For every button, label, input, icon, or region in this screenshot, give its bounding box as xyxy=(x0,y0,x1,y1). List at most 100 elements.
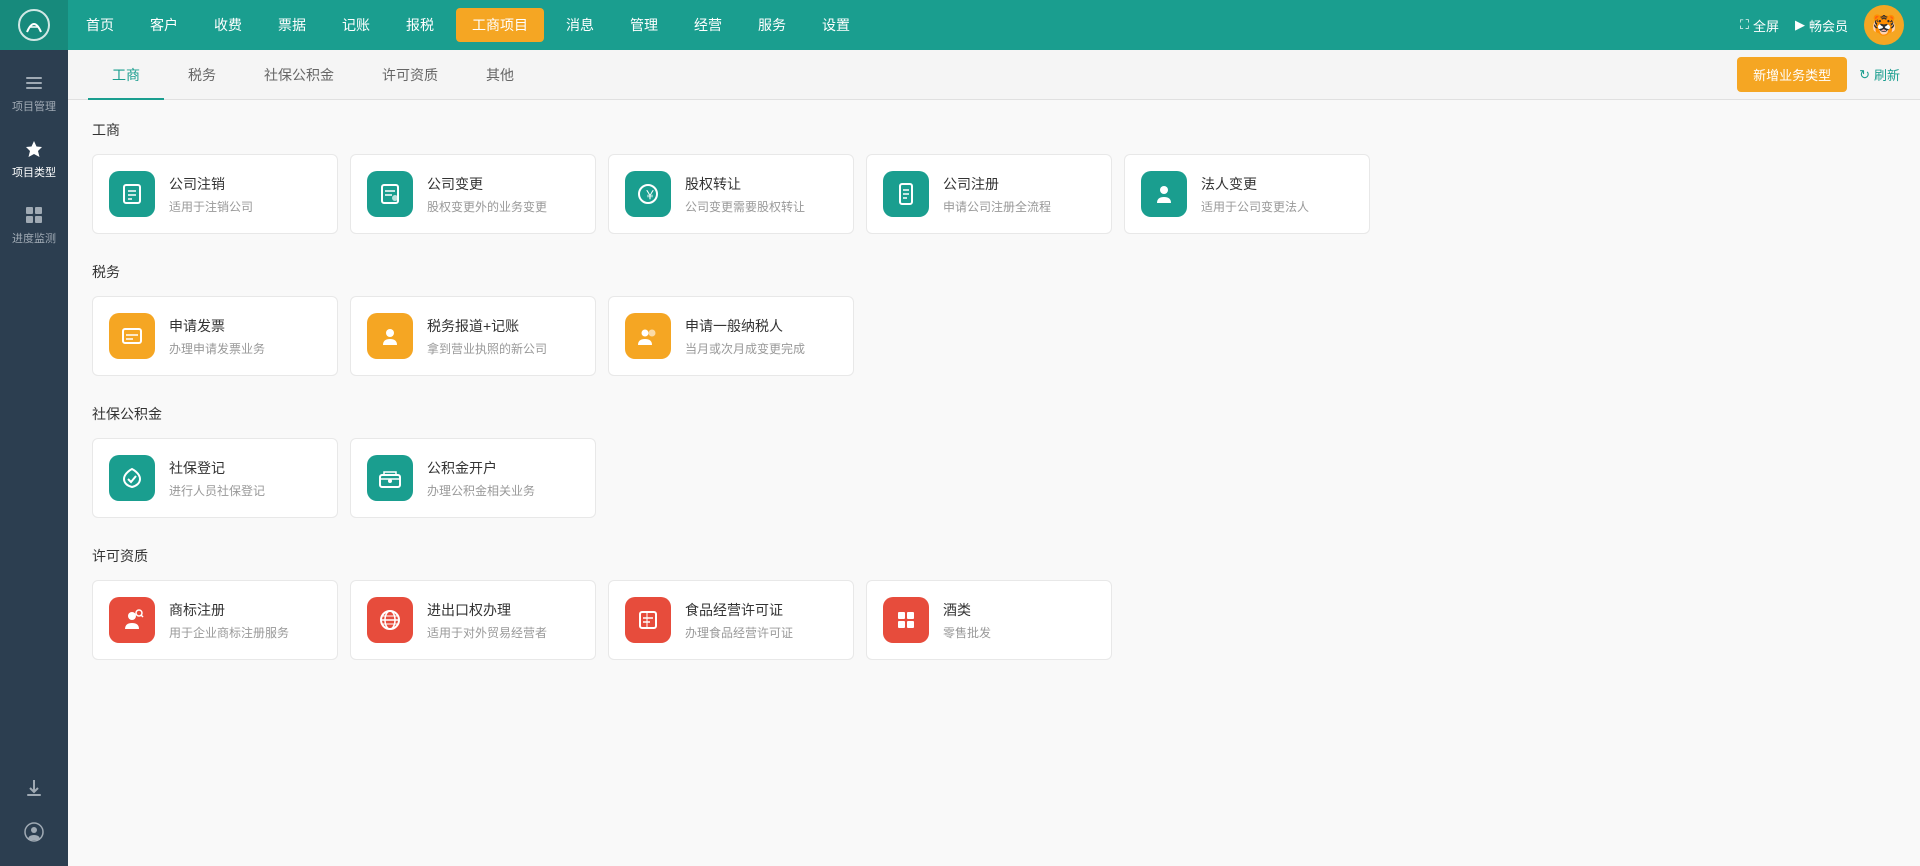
tax-cards: 申请发票 办理申请发票业务 税务报道+记账 拿到营业执照的新公司 xyxy=(92,296,1896,376)
download-icon[interactable] xyxy=(16,770,52,806)
card-info-tax-report: 税务报道+记账 拿到营业执照的新公司 xyxy=(427,316,579,357)
card-info-legal: 法人变更 适用于公司变更法人 xyxy=(1201,174,1353,215)
card-desc: 适用于对外贸易经营者 xyxy=(427,624,579,641)
card-info-company-cancel: 公司注销 适用于注销公司 xyxy=(169,174,321,215)
svg-text:￥: ￥ xyxy=(644,188,656,202)
card-title: 公司注销 xyxy=(169,174,321,194)
nav-settings[interactable]: 设置 xyxy=(804,0,868,50)
nav-fee[interactable]: 收费 xyxy=(196,0,260,50)
nav-accounting[interactable]: 记账 xyxy=(324,0,388,50)
card-title: 申请一般纳税人 xyxy=(685,316,837,336)
card-desc: 办理食品经营许可证 xyxy=(685,624,837,641)
license-cards: 商标注册 用于企业商标注册服务 xyxy=(92,580,1896,660)
card-icon-taxpayer xyxy=(625,313,671,359)
card-title: 进出口权办理 xyxy=(427,600,579,620)
scroll-content[interactable]: 工商 公司注销 适用于注销公司 xyxy=(68,100,1920,866)
refresh-icon: ↻ xyxy=(1859,67,1870,83)
card-tax-report[interactable]: 税务报道+记账 拿到营业执照的新公司 xyxy=(350,296,596,376)
nav-message[interactable]: 消息 xyxy=(548,0,612,50)
card-company-register[interactable]: 公司注册 申请公司注册全流程 xyxy=(866,154,1112,234)
fullscreen-button[interactable]: ⛶ 全屏 xyxy=(1740,16,1779,35)
card-desc: 进行人员社保登记 xyxy=(169,482,321,499)
content-area: 工商 税务 社保公积金 许可资质 其他 新增业务类型 ↻ 刷新 工商 xyxy=(68,50,1920,866)
mascot-avatar[interactable]: 🐯 xyxy=(1864,5,1904,45)
card-icon-tax-report xyxy=(367,313,413,359)
card-desc: 适用于公司变更法人 xyxy=(1201,198,1353,215)
nav-service[interactable]: 服务 xyxy=(740,0,804,50)
main-layout: 项目管理 项目类型 进度监测 xyxy=(0,50,1920,866)
card-title: 税务报道+记账 xyxy=(427,316,579,336)
card-title: 公司注册 xyxy=(943,174,1095,194)
new-type-button[interactable]: 新增业务类型 xyxy=(1737,57,1847,92)
tab-license[interactable]: 许可资质 xyxy=(358,50,462,100)
tab-tax[interactable]: 税务 xyxy=(164,50,240,100)
card-apply-invoice[interactable]: 申请发票 办理申请发票业务 xyxy=(92,296,338,376)
card-social-insurance[interactable]: 社保登记 进行人员社保登记 xyxy=(92,438,338,518)
card-icon-legal xyxy=(1141,171,1187,217)
card-icon-invoice xyxy=(109,313,155,359)
tab-bar: 工商 税务 社保公积金 许可资质 其他 新增业务类型 ↻ 刷新 xyxy=(68,50,1920,100)
sidebar-item-progress[interactable]: 进度监测 xyxy=(0,192,68,258)
card-legal-change[interactable]: 法人变更 适用于公司变更法人 xyxy=(1124,154,1370,234)
tab-social-insurance[interactable]: 社保公积金 xyxy=(240,50,358,100)
logo-icon xyxy=(18,9,50,41)
star-icon xyxy=(23,138,45,160)
card-info-company-change: 公司变更 股权变更外的业务变更 xyxy=(427,174,579,215)
nav-right: ⛶ 全屏 ▶ 畅会员 🐯 xyxy=(1740,5,1920,45)
nav-customer[interactable]: 客户 xyxy=(132,0,196,50)
tab-other[interactable]: 其他 xyxy=(462,50,538,100)
card-icon-social xyxy=(109,455,155,501)
nav-business[interactable]: 工商项目 xyxy=(456,8,544,42)
card-info-equity: 股权转让 公司变更需要股权转让 xyxy=(685,174,837,215)
business-cards: 公司注销 适用于注销公司 公司变更 xyxy=(92,154,1896,234)
card-company-cancel[interactable]: 公司注销 适用于注销公司 xyxy=(92,154,338,234)
refresh-button[interactable]: ↻ 刷新 xyxy=(1859,65,1900,84)
sidebar: 项目管理 项目类型 进度监测 xyxy=(0,50,68,866)
card-desc: 公司变更需要股权转让 xyxy=(685,198,837,215)
card-desc: 办理申请发票业务 xyxy=(169,340,321,357)
section-title-business: 工商 xyxy=(92,120,1896,140)
nav-items: 首页 客户 收费 票据 记账 报税 工商项目 消息 管理 经营 服务 设置 xyxy=(68,0,1740,50)
card-desc: 办理公积金相关业务 xyxy=(427,482,579,499)
nav-operation[interactable]: 经营 xyxy=(676,0,740,50)
section-title-license: 许可资质 xyxy=(92,546,1896,566)
card-desc: 零售批发 xyxy=(943,624,1095,641)
card-title: 公司变更 xyxy=(427,174,579,194)
card-title: 酒类 xyxy=(943,600,1095,620)
card-general-taxpayer[interactable]: 申请一般纳税人 当月或次月成变更完成 xyxy=(608,296,854,376)
card-desc: 申请公司注册全流程 xyxy=(943,198,1095,215)
nav-tax[interactable]: 报税 xyxy=(388,0,452,50)
card-info-invoice: 申请发票 办理申请发票业务 xyxy=(169,316,321,357)
card-desc: 用于企业商标注册服务 xyxy=(169,624,321,641)
card-icon-trade xyxy=(367,597,413,643)
card-info-alcohol: 酒类 零售批发 xyxy=(943,600,1095,641)
card-title: 食品经营许可证 xyxy=(685,600,837,620)
card-food-license[interactable]: 食品经营许可证 办理食品经营许可证 xyxy=(608,580,854,660)
card-alcohol[interactable]: 酒类 零售批发 xyxy=(866,580,1112,660)
card-title: 法人变更 xyxy=(1201,174,1353,194)
card-icon-company-cancel xyxy=(109,171,155,217)
card-desc: 拿到营业执照的新公司 xyxy=(427,340,579,357)
card-company-change[interactable]: 公司变更 股权变更外的业务变更 xyxy=(350,154,596,234)
card-title: 公积金开户 xyxy=(427,458,579,478)
nav-home[interactable]: 首页 xyxy=(68,0,132,50)
user-face-icon[interactable] xyxy=(16,814,52,850)
card-info-food: 食品经营许可证 办理食品经营许可证 xyxy=(685,600,837,641)
vip-button[interactable]: ▶ 畅会员 xyxy=(1795,16,1848,35)
sidebar-item-project-manage[interactable]: 项目管理 xyxy=(0,60,68,126)
card-icon-company-change xyxy=(367,171,413,217)
card-equity-transfer[interactable]: ￥ 股权转让 公司变更需要股权转让 xyxy=(608,154,854,234)
card-desc: 当月或次月成变更完成 xyxy=(685,340,837,357)
card-import-export[interactable]: 进出口权办理 适用于对外贸易经营者 xyxy=(350,580,596,660)
card-desc: 适用于注销公司 xyxy=(169,198,321,215)
nav-invoice[interactable]: 票据 xyxy=(260,0,324,50)
nav-manage[interactable]: 管理 xyxy=(612,0,676,50)
tab-business[interactable]: 工商 xyxy=(88,50,164,100)
section-title-social: 社保公积金 xyxy=(92,404,1896,424)
card-housing-fund[interactable]: 公积金开户 办理公积金相关业务 xyxy=(350,438,596,518)
sidebar-item-project-type[interactable]: 项目类型 xyxy=(0,126,68,192)
section-title-tax: 税务 xyxy=(92,262,1896,282)
top-navigation: 首页 客户 收费 票据 记账 报税 工商项目 消息 管理 经营 服务 设置 ⛶ … xyxy=(0,0,1920,50)
card-trademark[interactable]: 商标注册 用于企业商标注册服务 xyxy=(92,580,338,660)
sidebar-bottom xyxy=(16,770,52,866)
